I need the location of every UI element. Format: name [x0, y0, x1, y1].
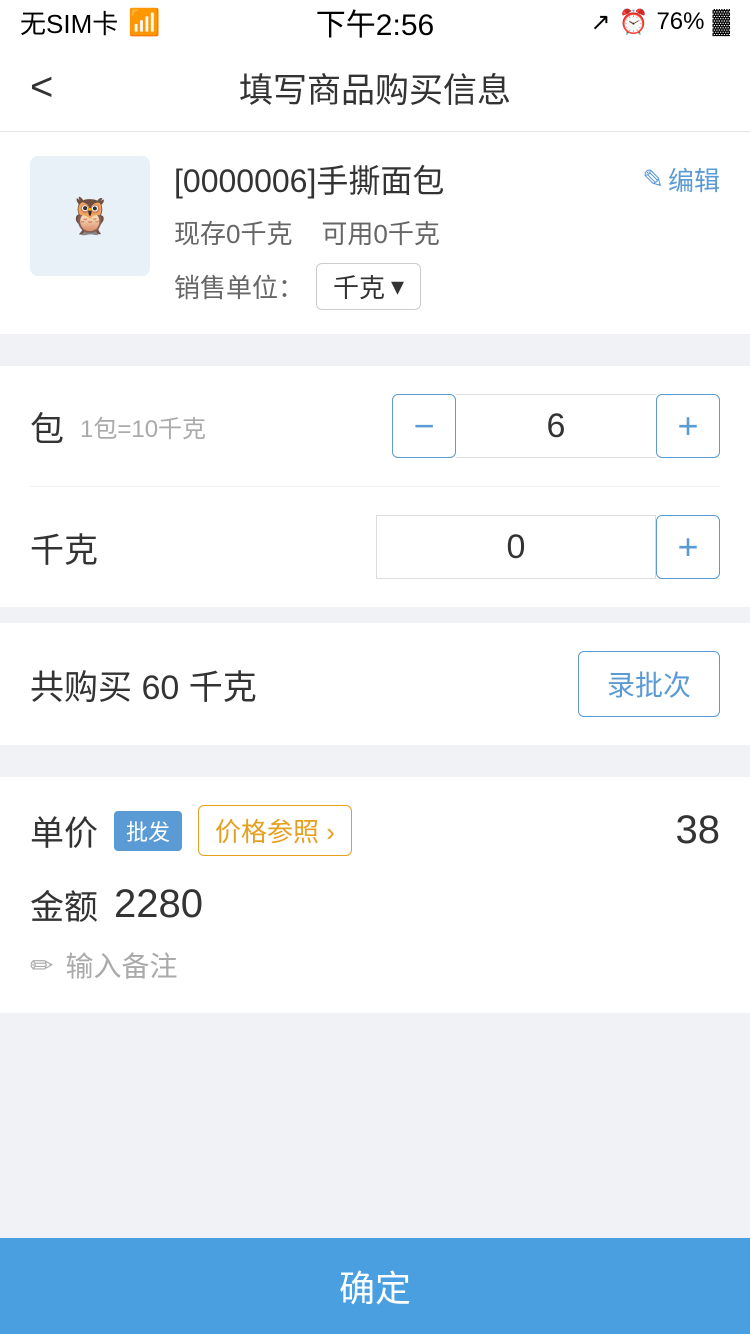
price-row: 单价 批发 价格参照 › 38 [30, 805, 720, 856]
unit-select[interactable]: 千克 ▾ [316, 263, 421, 310]
price-section: 单价 批发 价格参照 › 38 金额 2280 ✏ 输入备注 [0, 777, 750, 1013]
bag-input-row: 包 1包=10千克 − + [30, 366, 720, 487]
remark-icon: ✏ [30, 949, 53, 982]
confirm-bar[interactable]: 确定 [0, 1238, 750, 1334]
bag-input[interactable] [456, 407, 656, 446]
status-left: 无SIM卡 📶 [20, 4, 161, 41]
back-button[interactable]: < [20, 55, 63, 120]
carrier-label: 无SIM卡 [20, 4, 118, 41]
kg-input-row: 千克 0 + [30, 487, 720, 607]
divider-1 [0, 350, 750, 366]
location-icon: ↗ [590, 8, 610, 37]
product-stock: 现存0千克 可用0千克 [174, 214, 720, 251]
bag-plus-button[interactable]: + [656, 394, 720, 458]
product-info: [0000006]手撕面包 ✎ 编辑 现存0千克 可用0千克 销售单位： 千克 … [174, 156, 720, 310]
unit-prefix-label: 销售单位： [174, 268, 304, 305]
kg-stepper: 0 + [376, 515, 720, 579]
chevron-down-icon: ▾ [391, 271, 404, 302]
price-label: 单价 [30, 806, 98, 855]
main-content: 🦉 [0000006]手撕面包 ✎ 编辑 现存0千克 可用0千克 销售单位： 千… [0, 132, 750, 1334]
status-bar: 无SIM卡 📶 下午2:56 ↗ ⏰ 76% ▓ [0, 0, 750, 44]
page-title: 填写商品购买信息 [239, 63, 511, 112]
bag-hint: 1包=10千克 [80, 409, 206, 444]
summary-text: 共购买 60 千克 [30, 660, 257, 709]
bag-label-text: 包 [30, 402, 64, 451]
confirm-text: 确定 [339, 1260, 411, 1312]
alarm-icon: ⏰ [619, 8, 649, 37]
product-name: [0000006]手撕面包 [174, 156, 444, 202]
edit-label: 编辑 [668, 161, 720, 198]
bag-stepper: − + [392, 394, 720, 458]
battery-label: 76% [656, 8, 704, 36]
amount-row: 金额 2280 [30, 880, 720, 929]
batch-button[interactable]: 录批次 [578, 651, 720, 717]
unit-value: 千克 [333, 268, 385, 305]
price-reference-button[interactable]: 价格参照 › [198, 805, 352, 856]
edit-button[interactable]: ✎ 编辑 [642, 161, 720, 198]
product-name-row: [0000006]手撕面包 ✎ 编辑 [174, 156, 720, 202]
kg-value-display[interactable]: 0 [376, 515, 656, 579]
wifi-icon: 📶 [128, 7, 160, 38]
kg-label-text: 千克 [30, 523, 98, 572]
stock-label: 现存0千克 [174, 219, 292, 249]
price-type-badge: 批发 [114, 811, 182, 851]
product-logo-icon: 🦉 [68, 195, 113, 237]
status-right: ↗ ⏰ 76% ▓ [590, 8, 730, 37]
battery-icon: ▓ [713, 8, 731, 36]
bag-label: 包 1包=10千克 [30, 402, 206, 451]
divider-2 [0, 607, 750, 623]
kg-plus-button[interactable]: + [656, 515, 720, 579]
price-value: 38 [676, 808, 721, 853]
input-section: 包 1包=10千克 − + 千克 0 + [0, 366, 750, 607]
product-unit-row: 销售单位： 千克 ▾ [174, 263, 720, 310]
bag-value-input[interactable] [456, 394, 656, 458]
bag-minus-button[interactable]: − [392, 394, 456, 458]
amount-label: 金额 [30, 880, 98, 929]
remark-row[interactable]: ✏ 输入备注 [30, 945, 720, 985]
product-thumbnail: 🦉 [30, 156, 150, 276]
remark-placeholder: 输入备注 [65, 945, 177, 985]
amount-value: 2280 [114, 882, 203, 927]
price-left: 单价 批发 价格参照 › [30, 805, 352, 856]
divider-3 [0, 745, 750, 761]
summary-section: 共购买 60 千克 录批次 [0, 623, 750, 745]
time-label: 下午2:56 [316, 0, 434, 44]
kg-label: 千克 [30, 523, 98, 572]
nav-bar: < 填写商品购买信息 [0, 44, 750, 132]
edit-icon: ✎ [642, 164, 664, 195]
available-label: 可用0千克 [321, 219, 439, 249]
product-card: 🦉 [0000006]手撕面包 ✎ 编辑 现存0千克 可用0千克 销售单位： 千… [0, 132, 750, 334]
